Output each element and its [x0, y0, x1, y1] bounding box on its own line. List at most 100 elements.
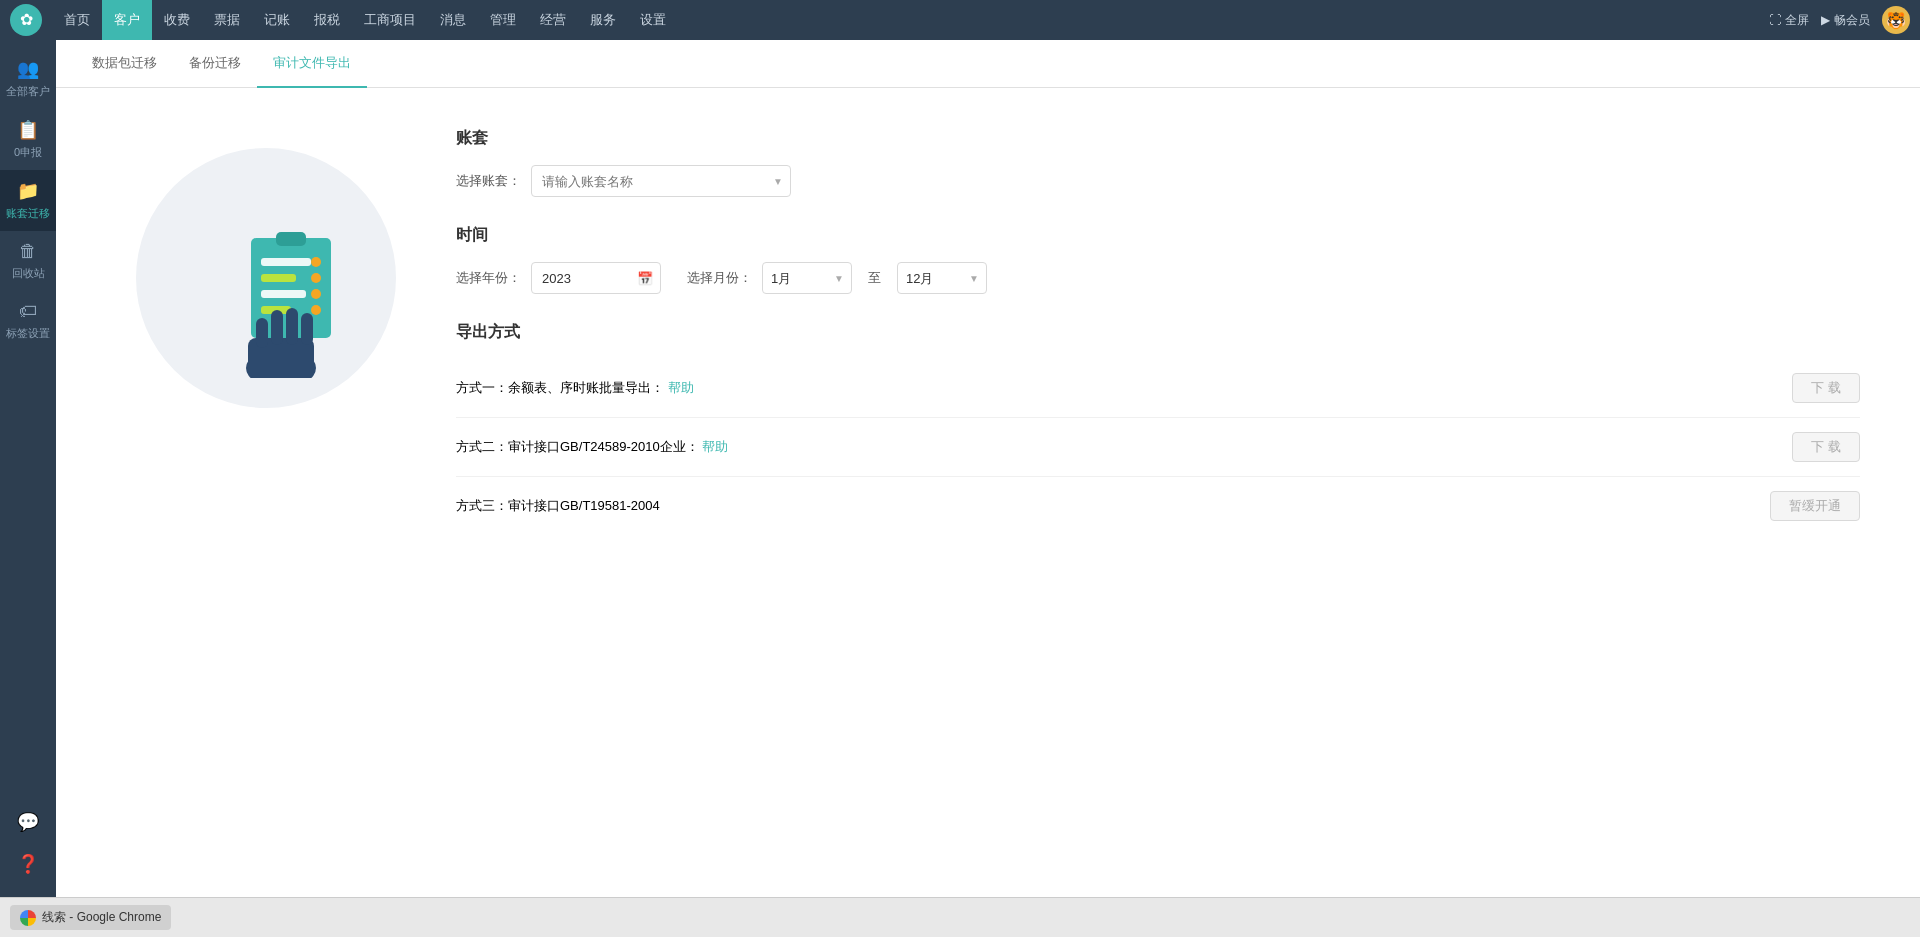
nav-manage[interactable]: 管理	[478, 0, 528, 40]
svg-rect-15	[271, 310, 283, 345]
sidebar-item-label: 标签设置	[6, 326, 50, 341]
taskbar-chrome-item[interactable]: 线索 - Google Chrome	[10, 905, 171, 930]
method1-text: 方式一：余额表、序时账批量导出： 帮助	[456, 379, 694, 397]
nav-business[interactable]: 工商项目	[352, 0, 428, 40]
sidebar-item-all-clients[interactable]: 👥 全部客户	[0, 48, 56, 109]
month-to-select[interactable]: 1月 2月 3月 4月 5月 6月 7月 8月 9月 10月 11月	[897, 262, 987, 294]
fullscreen-btn[interactable]: ⛶ 全屏	[1769, 12, 1809, 29]
method1-label: 方式一：余额表、序时账批量导出：	[456, 380, 664, 395]
svg-rect-14	[256, 318, 268, 348]
nav-client[interactable]: 客户	[102, 0, 152, 40]
svg-rect-16	[286, 308, 298, 345]
nav-service[interactable]: 服务	[578, 0, 628, 40]
sidebar-item-label: 0申报	[14, 145, 42, 160]
content-area: 数据包迁移 备份迁移 审计文件导出	[56, 40, 1920, 897]
method2-download-btn[interactable]: 下 载	[1792, 432, 1860, 462]
main-layout: 👥 全部客户 📋 0申报 📁 账套迁移 🗑 回收站 🏷 标签设置 💬 ❓	[0, 40, 1920, 897]
sidebar-bottom: 💬 ❓	[0, 801, 56, 897]
month-label: 选择月份：	[687, 269, 752, 287]
svg-rect-5	[261, 274, 296, 282]
nav-tax[interactable]: 报税	[302, 0, 352, 40]
page-content: 账套 选择账套： ▼ 时间 选择年份：	[56, 88, 1920, 897]
sidebar-item-label: 回收站	[12, 266, 45, 281]
illustration-svg	[166, 178, 366, 378]
time-section-title: 时间	[456, 225, 1860, 246]
nav-settings[interactable]: 设置	[628, 0, 678, 40]
tag-icon: 🏷	[19, 301, 37, 322]
svg-point-8	[311, 257, 321, 267]
svg-text:✿: ✿	[20, 11, 33, 28]
sidebar-item-tag-settings[interactable]: 🏷 标签设置	[0, 291, 56, 351]
nav-operation[interactable]: 经营	[528, 0, 578, 40]
export-method-2: 方式二：审计接口GB/T24589-2010企业： 帮助 下 载	[456, 418, 1860, 477]
year-label: 选择年份：	[456, 269, 521, 287]
method3-text: 方式三：审计接口GB/T19581-2004	[456, 497, 660, 515]
svg-point-10	[311, 289, 321, 299]
sidebar-help[interactable]: ❓	[0, 843, 56, 885]
tab-audit-export[interactable]: 审计文件导出	[257, 40, 367, 88]
nav-invoice[interactable]: 票据	[202, 0, 252, 40]
top-nav: ✿ 首页 客户 收费 票据 记账 报税 工商项目 消息 管理 经营 服务 设置 …	[0, 0, 1920, 40]
app-logo: ✿	[10, 4, 42, 36]
user-avatar[interactable]: 🐯	[1882, 6, 1910, 34]
nav-message[interactable]: 消息	[428, 0, 478, 40]
nav-items: 首页 客户 收费 票据 记账 报税 工商项目 消息 管理 经营 服务 设置	[52, 0, 1769, 40]
year-input-wrapper: 📅	[531, 262, 661, 294]
sidebar-chat[interactable]: 💬	[0, 801, 56, 843]
sidebar-item-label: 账套迁移	[6, 206, 50, 221]
account-section: 账套 选择账套： ▼	[456, 128, 1860, 197]
nav-right: ⛶ 全屏 ▶ 畅会员 🐯	[1769, 6, 1910, 34]
chat-icon: 💬	[17, 811, 39, 833]
sidebar-item-zero-report[interactable]: 📋 0申报	[0, 109, 56, 170]
fullscreen-label: 全屏	[1785, 12, 1809, 29]
account-label: 选择账套：	[456, 172, 521, 190]
migration-icon: 📁	[17, 180, 39, 202]
time-section: 时间 选择年份： 📅 选择月份： 1月 2月 3月	[456, 225, 1860, 294]
nav-bookkeeping[interactable]: 记账	[252, 0, 302, 40]
tab-backup-migration[interactable]: 备份迁移	[173, 40, 257, 88]
tab-data-migration[interactable]: 数据包迁移	[76, 40, 173, 88]
export-method-1: 方式一：余额表、序时账批量导出： 帮助 下 载	[456, 359, 1860, 418]
clients-icon: 👥	[17, 58, 39, 80]
svg-rect-3	[276, 232, 306, 246]
report-icon: 📋	[17, 119, 39, 141]
illustration-area	[116, 128, 416, 857]
svg-point-9	[311, 273, 321, 283]
method3-open-btn[interactable]: 暂缓开通	[1770, 491, 1860, 521]
method1-download-btn[interactable]: 下 载	[1792, 373, 1860, 403]
svg-point-11	[311, 305, 321, 315]
to-separator: 至	[868, 269, 881, 287]
export-section-title: 导出方式	[456, 322, 1860, 343]
method2-text: 方式二：审计接口GB/T24589-2010企业： 帮助	[456, 438, 728, 456]
fullscreen-icon: ⛶	[1769, 13, 1781, 27]
sidebar-item-trash[interactable]: 🗑 回收站	[0, 231, 56, 291]
taskbar: 线索 - Google Chrome	[0, 897, 1920, 937]
month-from-wrapper: 1月 2月 3月 4月 5月 6月 7月 8月 9月 10月 11月	[762, 262, 852, 294]
member-btn[interactable]: ▶ 畅会员	[1821, 12, 1870, 29]
member-label: 畅会员	[1834, 12, 1870, 29]
trash-icon: 🗑	[19, 241, 37, 262]
svg-rect-4	[261, 258, 311, 266]
form-area: 账套 选择账套： ▼ 时间 选择年份：	[416, 128, 1860, 857]
sidebar: 👥 全部客户 📋 0申报 📁 账套迁移 🗑 回收站 🏷 标签设置 💬 ❓	[0, 40, 56, 897]
chrome-icon	[20, 910, 36, 926]
method3-label: 方式三：审计接口GB/T19581-2004	[456, 498, 660, 513]
export-method-3: 方式三：审计接口GB/T19581-2004 暂缓开通	[456, 477, 1860, 535]
nav-fee[interactable]: 收费	[152, 0, 202, 40]
method2-help-link[interactable]: 帮助	[702, 439, 728, 454]
sidebar-item-label: 全部客户	[6, 84, 50, 99]
svg-rect-17	[301, 313, 313, 345]
year-input[interactable]	[531, 262, 661, 294]
sidebar-item-migration[interactable]: 📁 账套迁移	[0, 170, 56, 231]
method1-help-link[interactable]: 帮助	[668, 380, 694, 395]
svg-rect-6	[261, 290, 306, 298]
play-icon: ▶	[1821, 13, 1830, 27]
account-section-title: 账套	[456, 128, 1860, 149]
month-from-select[interactable]: 1月 2月 3月 4月 5月 6月 7月 8月 9月 10月 11月	[762, 262, 852, 294]
tab-bar: 数据包迁移 备份迁移 审计文件导出	[56, 40, 1920, 88]
export-section: 导出方式 方式一：余额表、序时账批量导出： 帮助 下 载 方式二：审计接口GB/…	[456, 322, 1860, 535]
nav-home[interactable]: 首页	[52, 0, 102, 40]
account-row: 选择账套： ▼	[456, 165, 1860, 197]
account-select-wrapper: ▼	[531, 165, 791, 197]
account-input[interactable]	[531, 165, 791, 197]
